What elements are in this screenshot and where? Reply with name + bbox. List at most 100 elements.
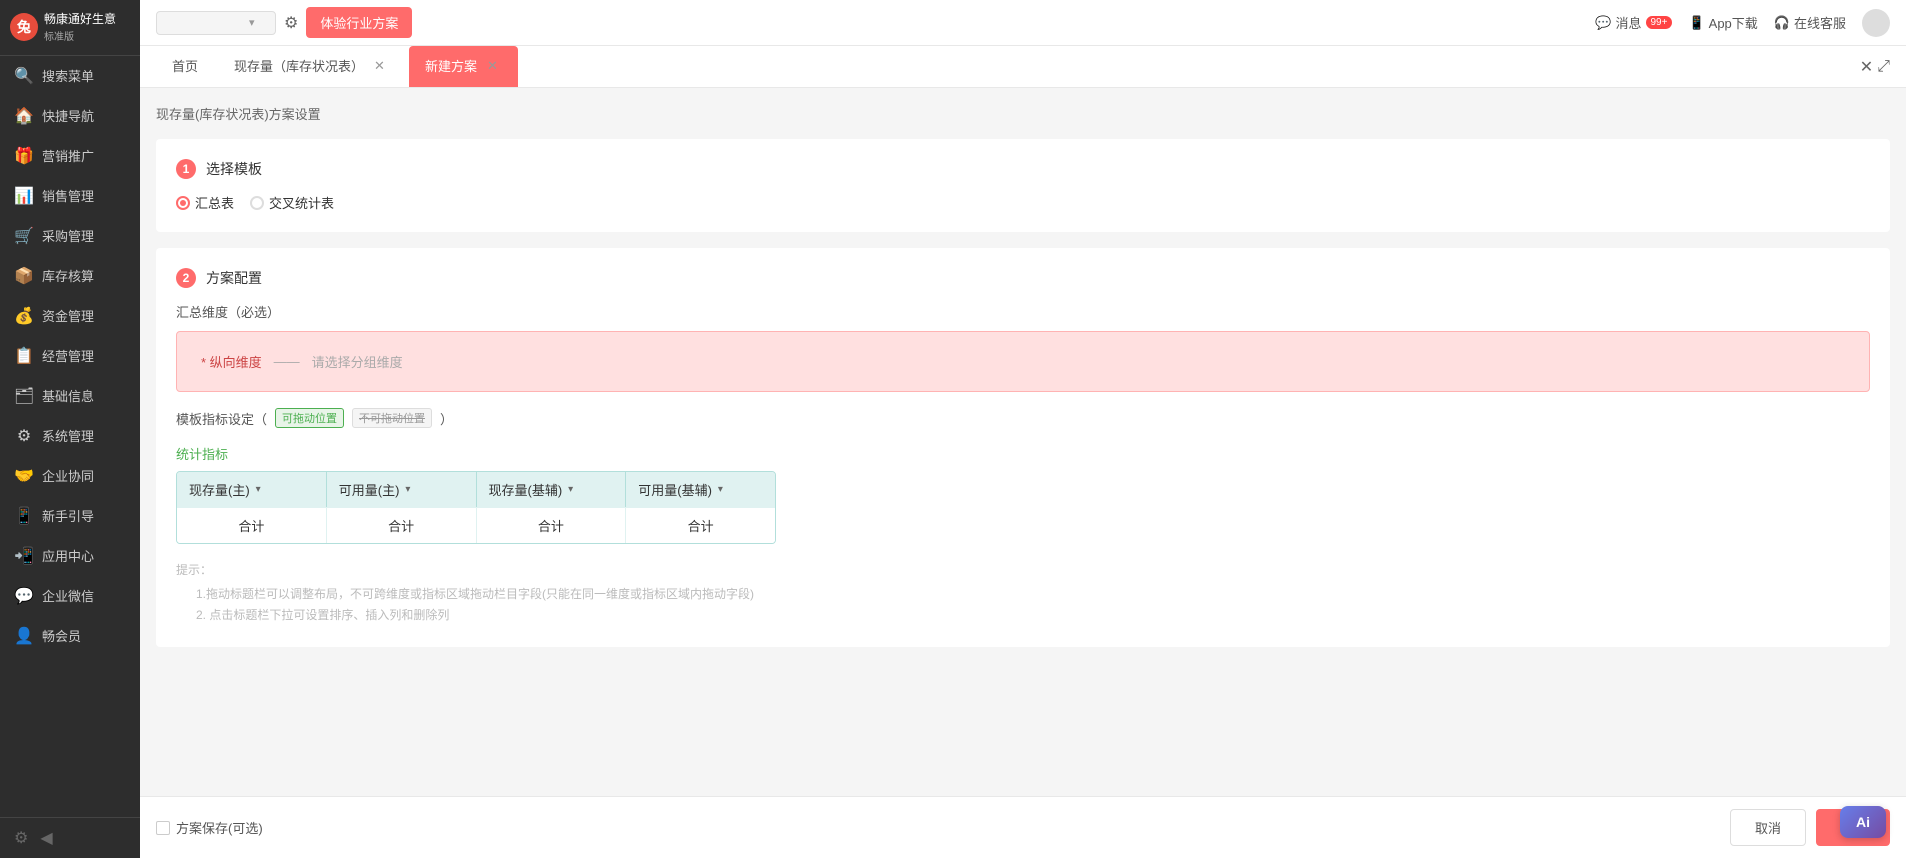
topbar-settings-icon[interactable]: ⚙: [284, 13, 298, 33]
radio-summary[interactable]: 汇总表: [176, 193, 234, 212]
cart-icon: 🛒: [14, 226, 34, 246]
sidebar-item-inventory[interactable]: 📦 库存核算: [0, 256, 140, 296]
tab-home-label: 首页: [172, 56, 198, 75]
sidebar-item-newbie[interactable]: 📱 新手引导: [0, 496, 140, 536]
stats-cell-0-3: 合计: [626, 508, 775, 543]
sidebar-item-marketing[interactable]: 🎁 营销推广: [0, 136, 140, 176]
sidebar-item-sales[interactable]: 📊 销售管理: [0, 176, 140, 216]
dimension-placeholder: 请选择分组维度: [312, 352, 403, 371]
footer-left: 方案保存(可选): [156, 818, 263, 837]
handshake-icon: 🤝: [14, 466, 34, 486]
search-icon: 🔍: [14, 66, 34, 86]
collapse-sidebar-btn[interactable]: ◀: [40, 828, 52, 848]
sidebar-item-purchase[interactable]: 🛒 采购管理: [0, 216, 140, 256]
download-icon: 📱: [1688, 15, 1704, 31]
step2-num: 2: [176, 268, 196, 288]
template-settings-suffix: ）: [440, 409, 453, 428]
ai-button[interactable]: Ai: [1840, 806, 1886, 838]
box-icon: 📦: [14, 266, 34, 286]
sidebar-item-label: 企业协同: [42, 466, 94, 485]
sidebar-item-corp[interactable]: 🤝 企业协同: [0, 456, 140, 496]
panel-close-btn[interactable]: ✕: [1860, 57, 1873, 77]
online-service-button[interactable]: 🎧 在线客服: [1774, 13, 1846, 32]
tab-new-scheme-label: 新建方案: [425, 56, 477, 75]
home-icon: 🏠: [14, 106, 34, 126]
sidebar-item-wechat[interactable]: 💬 企业微信: [0, 576, 140, 616]
template-settings-text: 模板指标设定（: [176, 409, 267, 428]
sidebar-item-label: 基础信息: [42, 386, 94, 405]
app-logo-text: 畅康通好生意 标准版: [44, 12, 116, 43]
sidebar-item-label: 新手引导: [42, 506, 94, 525]
template-radio-group: 汇总表 交叉统计表: [176, 193, 1870, 212]
tab-new-scheme[interactable]: 新建方案 ✕: [409, 46, 518, 87]
step1-num: 1: [176, 159, 196, 179]
tab-close-icon[interactable]: ✕: [370, 58, 389, 74]
save-scheme-checkbox[interactable]: [156, 821, 170, 835]
footer-bar: 方案保存(可选) 取消 查询: [140, 796, 1906, 858]
stats-col-3-label: 可用量(基辅): [638, 480, 712, 499]
step2-card: 2 方案配置 汇总维度（必选） * 纵向维度 —— 请选择分组维度 模板指标设定…: [156, 248, 1890, 647]
topbar-search-box[interactable]: ▾: [156, 11, 276, 35]
stats-cell-0-2: 合计: [477, 508, 627, 543]
tips-section: 提示： 1.拖动标题栏可以调整布局，不可跨维度或指标区域拖动栏目字段(只能在同一…: [176, 560, 1870, 627]
stats-header-row: 现存量(主) ▾ 可用量(主) ▾ 现存量(基辅) ▾ 可用量(基辅) ▾: [177, 472, 775, 507]
app-logo-icon: 兔: [10, 13, 38, 41]
save-scheme-checkbox-label[interactable]: 方案保存(可选): [156, 818, 263, 837]
stats-col-0[interactable]: 现存量(主) ▾: [177, 472, 327, 507]
settings-bottom-btn[interactable]: ⚙: [14, 828, 28, 848]
topbar: ▾ ⚙ 体验行业方案 💬 消息 99+ 📱 App下载 🎧 在线客服: [140, 0, 1906, 46]
app-download-label: App下载: [1709, 13, 1758, 32]
sidebar-item-label: 经营管理: [42, 346, 94, 365]
stats-table: 现存量(主) ▾ 可用量(主) ▾ 现存量(基辅) ▾ 可用量(基辅) ▾: [176, 471, 776, 544]
sidebar-item-search[interactable]: 🔍 搜索菜单: [0, 56, 140, 96]
gift-icon: 🎁: [14, 146, 34, 166]
headset-icon: 🎧: [1774, 15, 1790, 31]
step2-header: 2 方案配置: [176, 268, 1870, 288]
chevron-down-icon[interactable]: ▾: [249, 16, 255, 29]
stats-col-1[interactable]: 可用量(主) ▾: [327, 472, 477, 507]
tips-label: 提示：: [176, 560, 1870, 582]
radio-cross[interactable]: 交叉统计表: [250, 193, 334, 212]
step1-header: 1 选择模板: [176, 159, 1870, 179]
topbar-search-input[interactable]: [165, 16, 245, 30]
sidebar-item-app-center[interactable]: 📲 应用中心: [0, 536, 140, 576]
sidebar-logo: 兔 畅康通好生意 标准版: [0, 0, 140, 56]
industry-solution-button[interactable]: 体验行业方案: [306, 7, 412, 38]
message-button[interactable]: 💬 消息 99+: [1595, 13, 1672, 32]
summary-dimension-label: 汇总维度（必选）: [176, 302, 1870, 321]
sidebar-nav: 🏠 快捷导航 🎁 营销推广 📊 销售管理 🛒 采购管理 📦 库存核算 💰 资金管…: [0, 96, 140, 817]
sidebar-item-member[interactable]: 👤 畅会员: [0, 616, 140, 656]
sidebar-item-label: 营销推广: [42, 146, 94, 165]
cancel-button[interactable]: 取消: [1730, 809, 1806, 846]
panel-expand-btn[interactable]: ⤢: [1877, 58, 1890, 76]
tab-home[interactable]: 首页: [156, 46, 214, 87]
stats-data-row-0: 合计 合计 合计 合计: [177, 507, 775, 543]
sidebar: 兔 畅康通好生意 标准版 🔍 搜索菜单 🏠 快捷导航 🎁 营销推广 📊 销售管理…: [0, 0, 140, 858]
not-draggable-badge: 不可拖动位置: [352, 408, 432, 428]
sidebar-item-quick-nav[interactable]: 🏠 快捷导航: [0, 96, 140, 136]
sidebar-item-system[interactable]: ⚙ 系统管理: [0, 416, 140, 456]
stats-col-0-label: 现存量(主): [189, 480, 250, 499]
chart-icon: 📊: [14, 186, 34, 206]
stats-col-3[interactable]: 可用量(基辅) ▾: [626, 472, 775, 507]
tip-2: 2. 点击标题栏下拉可设置排序、插入列和删除列: [176, 605, 1870, 627]
template-settings: 模板指标设定（ 可拖动位置 不可拖动位置 ）: [176, 408, 1870, 428]
sidebar-item-label: 快捷导航: [42, 106, 94, 125]
sidebar-item-operations[interactable]: 📋 经营管理: [0, 336, 140, 376]
chevron-down-icon-1: ▾: [405, 484, 410, 495]
clipboard-icon: 📋: [14, 346, 34, 366]
sidebar-item-label: 企业微信: [42, 586, 94, 605]
radio-cross-label: 交叉统计表: [269, 193, 334, 212]
sidebar-item-basic-info[interactable]: 🗂 基础信息: [0, 376, 140, 416]
tab-new-scheme-close-icon[interactable]: ✕: [483, 58, 502, 74]
app-download-button[interactable]: 📱 App下载: [1688, 13, 1757, 32]
radio-summary-circle: [176, 196, 190, 210]
stats-col-2[interactable]: 现存量(基辅) ▾: [477, 472, 627, 507]
avatar[interactable]: [1862, 9, 1890, 37]
step2-title: 方案配置: [206, 268, 262, 288]
apps-icon: 📲: [14, 546, 34, 566]
sidebar-item-finance[interactable]: 💰 资金管理: [0, 296, 140, 336]
dimension-box[interactable]: * 纵向维度 —— 请选择分组维度: [176, 331, 1870, 392]
tab-inventory-status[interactable]: 现存量（库存状况表） ✕: [218, 46, 405, 87]
chevron-down-icon-0: ▾: [256, 484, 261, 495]
